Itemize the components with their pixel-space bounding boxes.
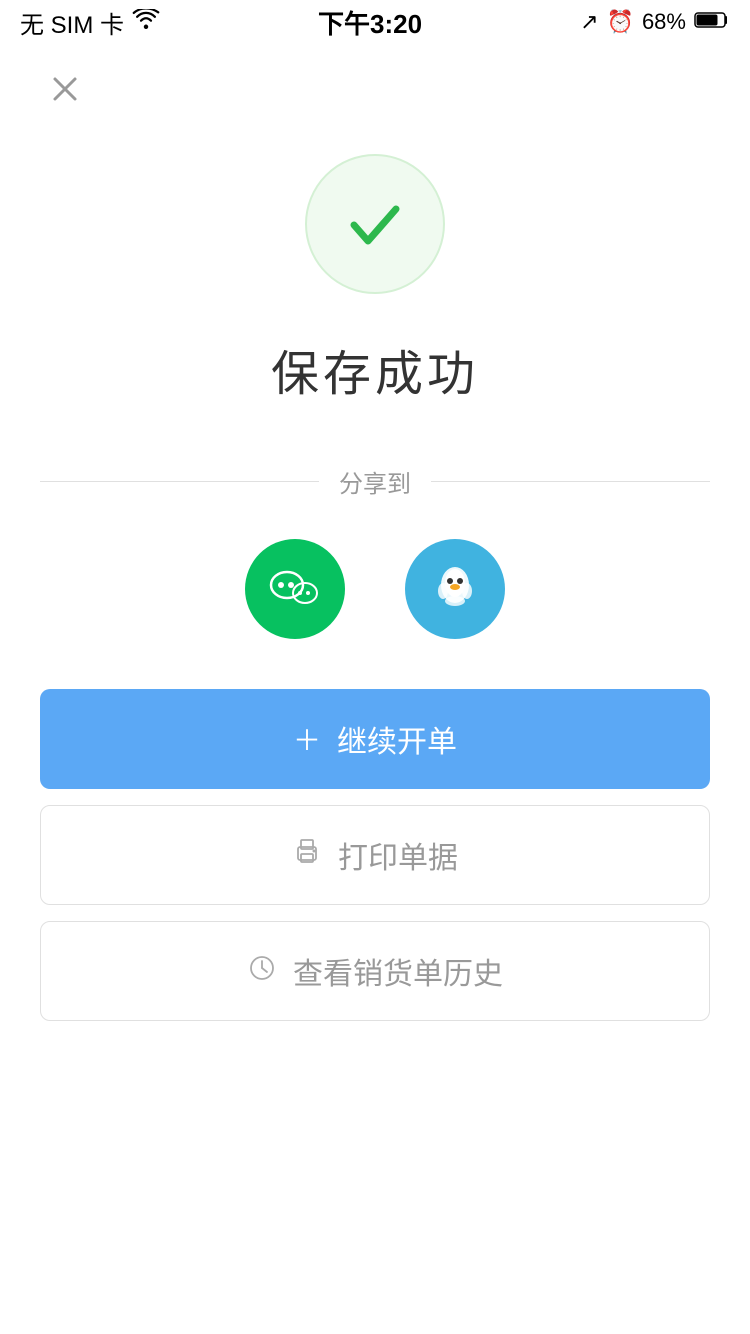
- battery-icon: [694, 9, 730, 35]
- print-button[interactable]: 打印单据: [40, 805, 710, 905]
- action-buttons: ＋ 继续开单 打印单据: [40, 689, 710, 1021]
- share-label: 分享到: [339, 464, 411, 499]
- continue-label: 继续开单: [337, 717, 457, 761]
- history-button[interactable]: 查看销货单历史: [40, 921, 710, 1021]
- wechat-share-button[interactable]: [245, 539, 345, 639]
- qq-icon: [425, 559, 485, 619]
- share-section: 分享到: [40, 464, 710, 689]
- location-icon: ↗: [580, 9, 598, 35]
- status-time: 下午3:20: [318, 4, 422, 41]
- alarm-icon: ⏰: [607, 9, 634, 35]
- share-divider: 分享到: [40, 464, 710, 499]
- plus-icon: ＋: [293, 719, 321, 759]
- success-area: 保存成功: [40, 124, 710, 444]
- clock-icon: [247, 953, 277, 990]
- success-title: 保存成功: [271, 334, 479, 404]
- close-button[interactable]: [40, 64, 90, 114]
- main-content: 保存成功 分享到: [0, 44, 750, 1041]
- status-right: ↗ ⏰ 68%: [580, 9, 730, 35]
- status-left: 无 SIM 卡: [20, 5, 160, 40]
- success-icon-circle: [305, 154, 445, 294]
- continue-button[interactable]: ＋ 继续开单: [40, 689, 710, 789]
- printer-icon: [292, 837, 322, 874]
- qq-share-button[interactable]: [405, 539, 505, 639]
- print-label: 打印单据: [338, 833, 458, 877]
- wechat-icon: [265, 559, 325, 619]
- no-sim-text: 无 SIM 卡: [20, 5, 124, 40]
- wifi-icon: [132, 8, 160, 36]
- history-label: 查看销货单历史: [293, 949, 503, 993]
- status-bar: 无 SIM 卡 下午3:20 ↗ ⏰ 68%: [0, 0, 750, 44]
- share-icons-row: [40, 539, 710, 639]
- battery-percent: 68%: [642, 9, 686, 35]
